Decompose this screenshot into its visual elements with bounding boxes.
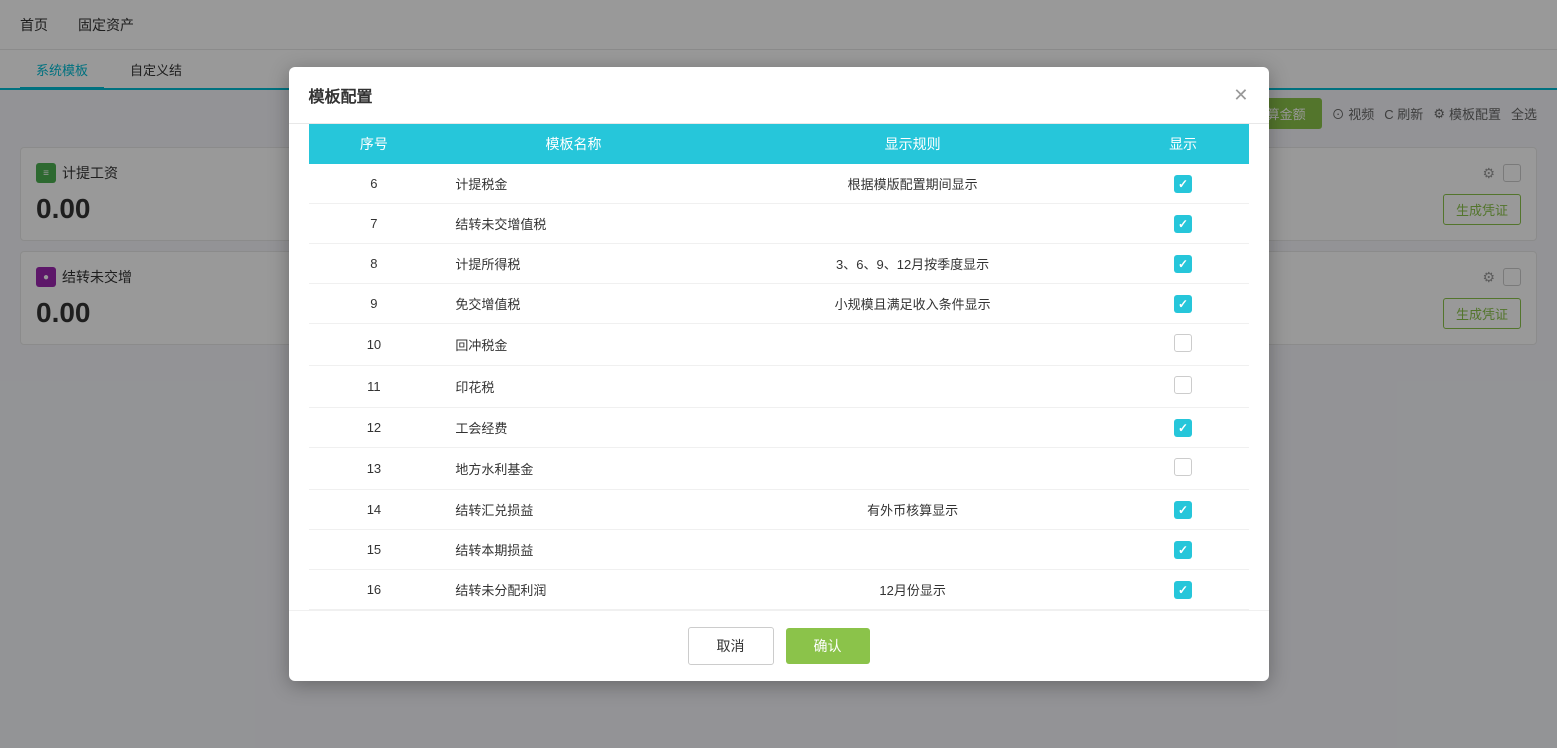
row-checkbox[interactable] xyxy=(1118,366,1249,408)
row-name: 印花税 xyxy=(439,366,707,408)
row-rule xyxy=(708,448,1118,490)
table-row: 13地方水利基金 xyxy=(309,448,1249,490)
checkbox-checked[interactable] xyxy=(1174,501,1192,519)
cancel-button[interactable]: 取消 xyxy=(688,627,774,665)
row-id: 10 xyxy=(309,324,440,366)
row-id: 11 xyxy=(309,366,440,408)
dialog-close-button[interactable]: ✕ xyxy=(1233,86,1248,104)
dialog-footer: 取消 确认 xyxy=(289,610,1269,681)
table-row: 16结转未分配利润12月份显示 xyxy=(309,570,1249,610)
row-rule: 3、6、9、12月按季度显示 xyxy=(708,244,1118,284)
row-checkbox[interactable] xyxy=(1118,164,1249,204)
row-id: 13 xyxy=(309,448,440,490)
table-row: 8计提所得税3、6、9、12月按季度显示 xyxy=(309,244,1249,284)
row-rule xyxy=(708,366,1118,408)
row-name: 工会经费 xyxy=(439,408,707,448)
checkbox-checked[interactable] xyxy=(1174,255,1192,273)
row-id: 16 xyxy=(309,570,440,610)
dialog-body: 序号 模板名称 显示规则 显示 6计提税金根据模版配置期间显示7结转未交增值税8… xyxy=(289,124,1269,610)
checkbox-checked[interactable] xyxy=(1174,215,1192,233)
row-rule: 小规模且满足收入条件显示 xyxy=(708,284,1118,324)
table-row: 12工会经费 xyxy=(309,408,1249,448)
col-header-id: 序号 xyxy=(309,124,440,164)
checkbox-unchecked[interactable] xyxy=(1174,376,1192,394)
checkbox-checked[interactable] xyxy=(1174,175,1192,193)
row-name: 结转未交增值税 xyxy=(439,204,707,244)
table-container[interactable]: 序号 模板名称 显示规则 显示 6计提税金根据模版配置期间显示7结转未交增值税8… xyxy=(289,124,1269,610)
row-checkbox[interactable] xyxy=(1118,284,1249,324)
col-header-show: 显示 xyxy=(1118,124,1249,164)
row-name: 计提税金 xyxy=(439,164,707,204)
row-name: 回冲税金 xyxy=(439,324,707,366)
row-id: 14 xyxy=(309,490,440,530)
table-row: 9免交增值税小规模且满足收入条件显示 xyxy=(309,284,1249,324)
row-id: 9 xyxy=(309,284,440,324)
checkbox-unchecked[interactable] xyxy=(1174,458,1192,476)
row-checkbox[interactable] xyxy=(1118,408,1249,448)
table-row: 15结转本期损益 xyxy=(309,530,1249,570)
table-row: 11印花税 xyxy=(309,366,1249,408)
dialog-template-config: 模板配置 ✕ 序号 模板名称 显示规则 显示 6计提税金根据模版配置期间显 xyxy=(289,67,1269,681)
row-rule xyxy=(708,204,1118,244)
row-name: 结转汇兑损益 xyxy=(439,490,707,530)
row-name: 结转未分配利润 xyxy=(439,570,707,610)
row-id: 6 xyxy=(309,164,440,204)
dialog-title: 模板配置 xyxy=(309,83,373,107)
row-checkbox[interactable] xyxy=(1118,530,1249,570)
checkbox-unchecked[interactable] xyxy=(1174,334,1192,352)
row-checkbox[interactable] xyxy=(1118,570,1249,610)
table-row: 14结转汇兑损益有外币核算显示 xyxy=(309,490,1249,530)
row-checkbox[interactable] xyxy=(1118,448,1249,490)
row-id: 12 xyxy=(309,408,440,448)
table-row: 7结转未交增值税 xyxy=(309,204,1249,244)
modal-overlay: 模板配置 ✕ 序号 模板名称 显示规则 显示 6计提税金根据模版配置期间显 xyxy=(0,0,1557,748)
confirm-button[interactable]: 确认 xyxy=(786,628,870,664)
row-id: 8 xyxy=(309,244,440,284)
row-name: 地方水利基金 xyxy=(439,448,707,490)
row-checkbox[interactable] xyxy=(1118,324,1249,366)
checkbox-checked[interactable] xyxy=(1174,541,1192,559)
row-rule xyxy=(708,530,1118,570)
col-header-rule: 显示规则 xyxy=(708,124,1118,164)
checkbox-checked[interactable] xyxy=(1174,581,1192,599)
row-rule: 有外币核算显示 xyxy=(708,490,1118,530)
row-rule: 根据模版配置期间显示 xyxy=(708,164,1118,204)
col-header-name: 模板名称 xyxy=(439,124,707,164)
row-name: 计提所得税 xyxy=(439,244,707,284)
table-row: 6计提税金根据模版配置期间显示 xyxy=(309,164,1249,204)
row-checkbox[interactable] xyxy=(1118,244,1249,284)
row-id: 7 xyxy=(309,204,440,244)
row-name: 免交增值税 xyxy=(439,284,707,324)
dialog-header: 模板配置 ✕ xyxy=(289,67,1269,124)
config-table: 序号 模板名称 显示规则 显示 6计提税金根据模版配置期间显示7结转未交增值税8… xyxy=(309,124,1249,610)
row-checkbox[interactable] xyxy=(1118,204,1249,244)
checkbox-checked[interactable] xyxy=(1174,295,1192,313)
table-row: 10回冲税金 xyxy=(309,324,1249,366)
row-checkbox[interactable] xyxy=(1118,490,1249,530)
row-rule: 12月份显示 xyxy=(708,570,1118,610)
row-rule xyxy=(708,324,1118,366)
checkbox-checked[interactable] xyxy=(1174,419,1192,437)
row-name: 结转本期损益 xyxy=(439,530,707,570)
row-rule xyxy=(708,408,1118,448)
row-id: 15 xyxy=(309,530,440,570)
